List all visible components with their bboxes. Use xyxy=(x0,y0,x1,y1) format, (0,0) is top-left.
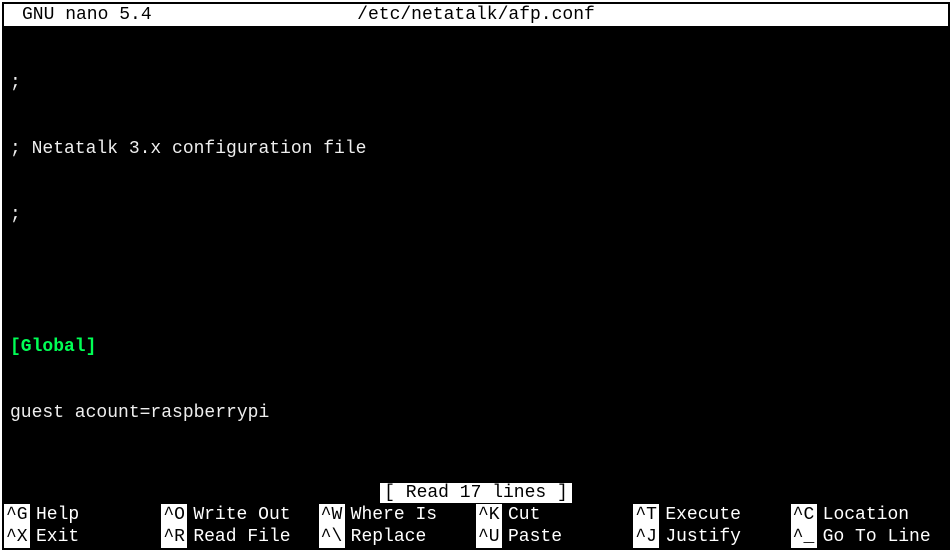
shortcut-row-2: ^X Exit ^R Read File ^\ Replace ^U Paste ^J J… xyxy=(4,526,948,548)
shortcut-key: ^K xyxy=(476,504,502,526)
shortcut-label: Write Out xyxy=(193,504,290,526)
shortcut-justify[interactable]: ^J Justify xyxy=(633,526,790,548)
shortcut-label: Where Is xyxy=(351,504,437,526)
file-line xyxy=(10,270,942,292)
shortcut-bar: ^G Help ^O Write Out ^W Where Is ^K Cut ^T Ex… xyxy=(4,504,948,548)
shortcut-key: ^J xyxy=(633,526,659,548)
file-line: guest acount=raspberrypi xyxy=(10,402,942,424)
shortcut-key: ^G xyxy=(4,504,30,526)
shortcut-exit[interactable]: ^X Exit xyxy=(4,526,161,548)
shortcut-paste[interactable]: ^U Paste xyxy=(476,526,633,548)
shortcut-location[interactable]: ^C Location xyxy=(791,504,948,526)
status-message: [ Read 17 lines ] xyxy=(380,483,572,503)
file-line-section: [Global] xyxy=(10,336,942,358)
file-line xyxy=(10,468,942,482)
shortcut-label: Read File xyxy=(193,526,290,548)
titlebar: GNU nano 5.4 /etc/netatalk/afp.conf xyxy=(4,4,948,26)
shortcut-where-is[interactable]: ^W Where Is xyxy=(319,504,476,526)
app-name: GNU nano 5.4 xyxy=(22,4,152,26)
file-line: ; xyxy=(10,204,942,226)
shortcut-key: ^X xyxy=(4,526,30,548)
shortcut-key: ^O xyxy=(161,504,187,526)
shortcut-row-1: ^G Help ^O Write Out ^W Where Is ^K Cut ^T Ex… xyxy=(4,504,948,526)
shortcut-write-out[interactable]: ^O Write Out xyxy=(161,504,318,526)
shortcut-label: Replace xyxy=(351,526,427,548)
shortcut-key: ^R xyxy=(161,526,187,548)
file-line: ; xyxy=(10,72,942,94)
shortcut-execute[interactable]: ^T Execute xyxy=(633,504,790,526)
shortcut-label: Help xyxy=(36,504,79,526)
shortcut-replace[interactable]: ^\ Replace xyxy=(319,526,476,548)
shortcut-key: ^W xyxy=(319,504,345,526)
shortcut-label: Paste xyxy=(508,526,562,548)
shortcut-label: Go To Line xyxy=(823,526,931,548)
shortcut-label: Exit xyxy=(36,526,79,548)
shortcut-label: Justify xyxy=(665,526,741,548)
shortcut-cut[interactable]: ^K Cut xyxy=(476,504,633,526)
shortcut-key: ^_ xyxy=(791,526,817,548)
editor-area[interactable]: ; ; Netatalk 3.x configuration file ; [G… xyxy=(4,26,948,482)
file-line: ; Netatalk 3.x configuration file xyxy=(10,138,942,160)
shortcut-key: ^U xyxy=(476,526,502,548)
status-bar: [ Read 17 lines ] xyxy=(4,482,948,504)
shortcut-key: ^\ xyxy=(319,526,345,548)
shortcut-help[interactable]: ^G Help xyxy=(4,504,161,526)
shortcut-go-to-line[interactable]: ^_ Go To Line xyxy=(791,526,948,548)
shortcut-label: Execute xyxy=(665,504,741,526)
shortcut-read-file[interactable]: ^R Read File xyxy=(161,526,318,548)
shortcut-label: Cut xyxy=(508,504,540,526)
shortcut-label: Location xyxy=(823,504,909,526)
shortcut-key: ^T xyxy=(633,504,659,526)
terminal-window: GNU nano 5.4 /etc/netatalk/afp.conf ; ; … xyxy=(2,2,950,550)
shortcut-key: ^C xyxy=(791,504,817,526)
